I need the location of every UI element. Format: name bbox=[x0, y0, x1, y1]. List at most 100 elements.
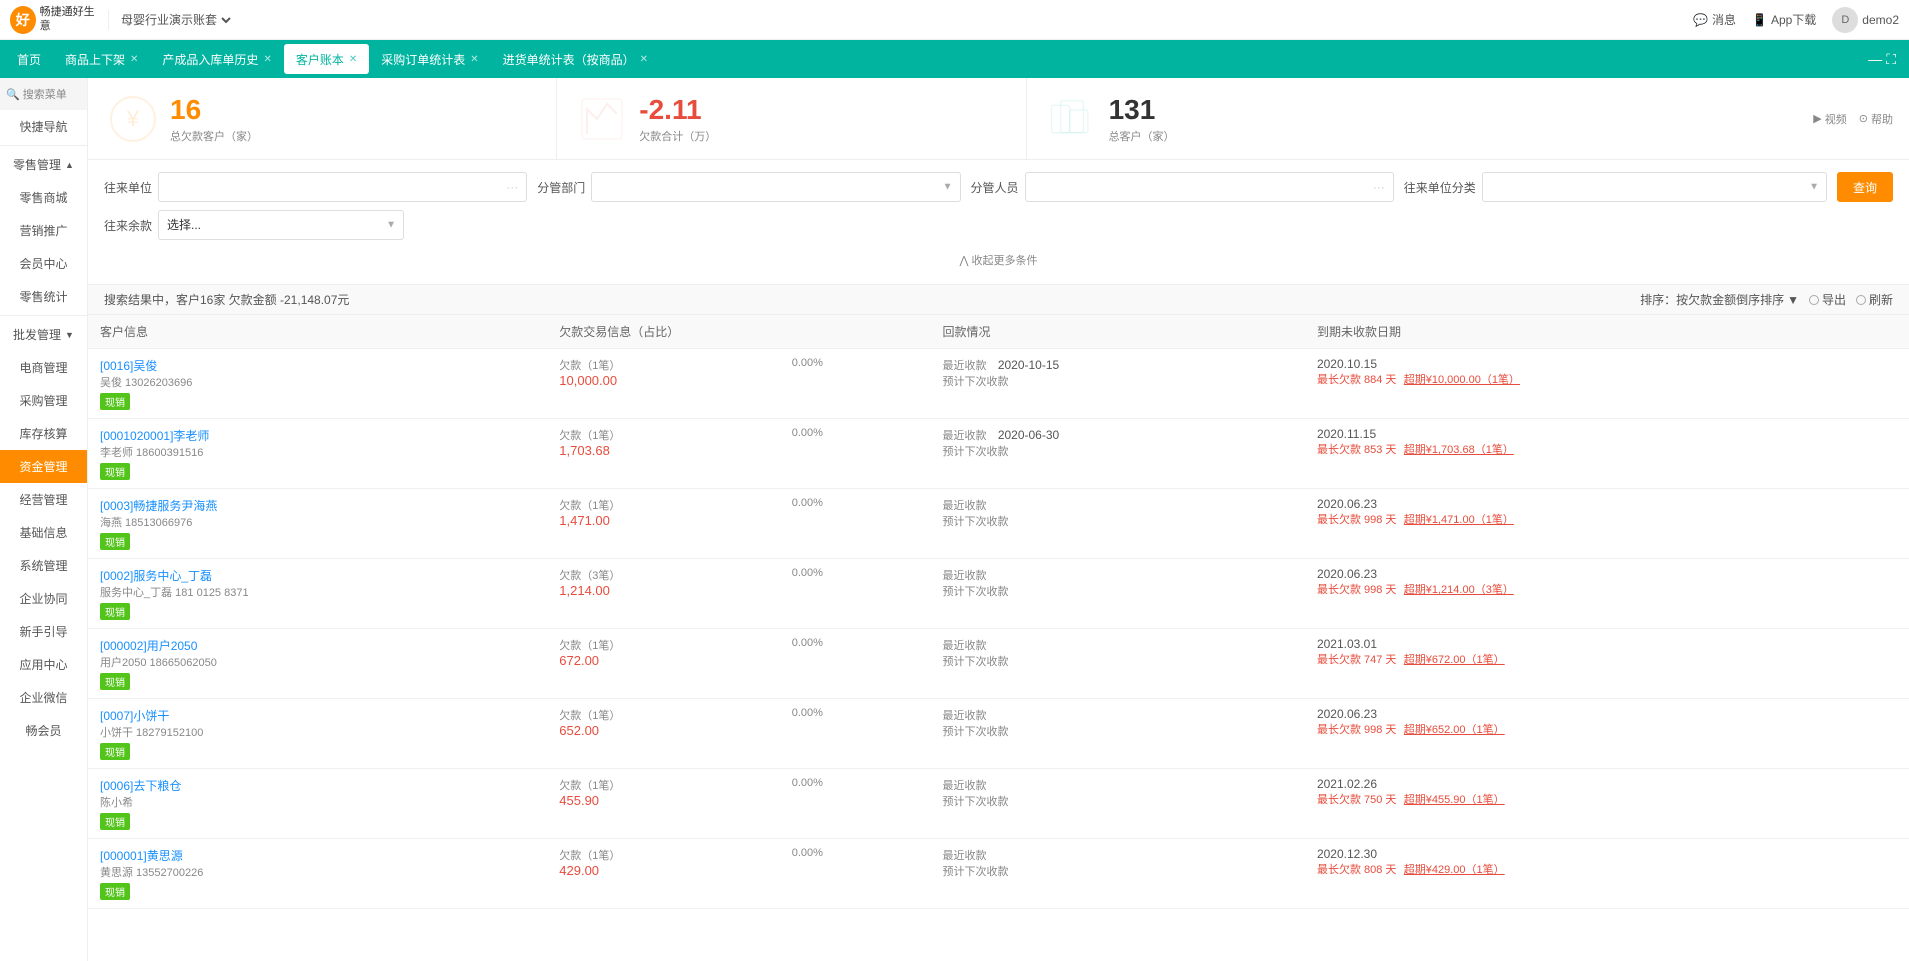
sidebar-item-retail-stats[interactable]: 零售统计 bbox=[0, 280, 87, 313]
help-button[interactable]: ⊙ 帮助 bbox=[1859, 111, 1893, 127]
filter-select-balance[interactable]: 选择... bbox=[158, 210, 404, 240]
sidebar-item-wholesale-mgmt[interactable]: 批发管理 ▼ bbox=[0, 318, 87, 351]
logo-text: 畅捷通好生意 bbox=[40, 6, 100, 32]
close-icon[interactable]: ✕ bbox=[349, 54, 357, 65]
filter-select-unit-category[interactable] bbox=[1482, 172, 1827, 202]
minimize-icon[interactable]: — bbox=[1868, 51, 1882, 67]
filter-select-department[interactable] bbox=[591, 172, 960, 202]
close-icon[interactable]: ✕ bbox=[263, 54, 271, 65]
debt-total-icon bbox=[577, 94, 627, 144]
video-help-button[interactable]: ▶ 视频 bbox=[1813, 111, 1846, 127]
customer-name-link[interactable]: [000001]黄思源 bbox=[100, 849, 183, 863]
user-menu[interactable]: D demo2 bbox=[1832, 7, 1899, 33]
debt-customers-number: 16 bbox=[170, 94, 258, 126]
customer-name-link[interactable]: [0001020001]李老师 bbox=[100, 429, 209, 443]
overdue-amount-link[interactable]: 超期¥429.00（1笔） bbox=[1404, 864, 1505, 876]
sidebar-search[interactable]: 🔍 搜索菜单 bbox=[0, 78, 87, 110]
tab-home[interactable]: 首页 bbox=[5, 44, 53, 74]
sidebar-item-system-mgmt[interactable]: 系统管理 bbox=[0, 549, 87, 582]
overdue-amount-link[interactable]: 超期¥652.00（1笔） bbox=[1404, 724, 1505, 736]
chevron-up-icon: ⋀ bbox=[959, 254, 968, 267]
table-row: [0007]小饼干 小饼干 18279152100 现销 欠款（1笔） 652.… bbox=[88, 699, 1909, 769]
sidebar-item-enterprise-collab[interactable]: 企业协同 bbox=[0, 582, 87, 615]
last-collect: 最近收款 bbox=[942, 847, 1292, 863]
stat-info-total-customers: 131 总客户（家） bbox=[1109, 94, 1175, 144]
collapse-button[interactable]: ⋀ 收起更多条件 bbox=[959, 252, 1037, 268]
sort-button[interactable]: 排序：按欠款金额倒序排序 ▼ bbox=[1640, 291, 1799, 308]
customers-table: 客户信息 欠款交易信息（占比） 回款情况 到期未收款日期 [0016]吴俊 吴俊… bbox=[88, 315, 1909, 909]
sidebar-item-basic-info[interactable]: 基础信息 bbox=[0, 516, 87, 549]
search-button[interactable]: 查询 bbox=[1837, 172, 1893, 202]
sidebar-item-beginner-guide[interactable]: 新手引导 bbox=[0, 615, 87, 648]
customer-name-link[interactable]: [0003]畅捷服务尹海燕 bbox=[100, 499, 217, 513]
sidebar-item-quick-nav[interactable]: 快捷导航 bbox=[0, 110, 87, 143]
help-icon: ⊙ bbox=[1859, 112, 1868, 125]
app-download-button[interactable]: 📱 App下载 bbox=[1752, 11, 1816, 28]
table-row: [0002]服务中心_丁磊 服务中心_丁磊 181 0125 8371 现销 欠… bbox=[88, 559, 1909, 629]
due-date: 2020.10.15 bbox=[1317, 357, 1897, 371]
export-button[interactable]: 导出 bbox=[1809, 291, 1846, 308]
next-collect: 预计下次收款 bbox=[942, 373, 1292, 389]
debt-pct-cell: 0.00% bbox=[780, 349, 931, 419]
overdue-info: 最长欠款 747 天 超期¥672.00（1笔） bbox=[1317, 651, 1897, 667]
close-icon[interactable]: ✕ bbox=[130, 54, 138, 65]
maximize-icon[interactable]: ⛶ bbox=[1886, 51, 1896, 68]
last-collect: 最近收款 2020-10-15 bbox=[942, 357, 1292, 373]
sidebar-item-inventory[interactable]: 库存核算 bbox=[0, 417, 87, 450]
company-selector[interactable]: 母婴行业演示账套 bbox=[117, 12, 234, 28]
tab-product-shelf[interactable]: 商品上下架 ✕ bbox=[53, 44, 150, 74]
customer-info-cell: [0002]服务中心_丁磊 服务中心_丁磊 181 0125 8371 现销 bbox=[88, 559, 547, 629]
sidebar-item-retail-mgmt[interactable]: 零售管理 ▲ bbox=[0, 148, 87, 181]
sidebar-item-app-center[interactable]: 应用中心 bbox=[0, 648, 87, 681]
customer-name-link[interactable]: [0002]服务中心_丁磊 bbox=[100, 569, 212, 583]
customer-name-link[interactable]: [0007]小饼干 bbox=[100, 709, 169, 723]
customer-name-link[interactable]: [000002]用户2050 bbox=[100, 639, 197, 653]
debt-pct: 0.00% bbox=[792, 637, 919, 649]
sidebar-item-retail-mall[interactable]: 零售商城 bbox=[0, 181, 87, 214]
sidebar-item-finance[interactable]: 资金管理 bbox=[0, 450, 87, 483]
customer-tag: 现销 bbox=[100, 673, 130, 690]
overdue-amount-link[interactable]: 超期¥672.00（1笔） bbox=[1404, 654, 1505, 666]
overdue-amount-link[interactable]: 超期¥455.90（1笔） bbox=[1404, 794, 1505, 806]
due-date-cell: 2020.10.15 最长欠款 884 天 超期¥10,000.00（1笔） bbox=[1305, 349, 1909, 419]
filter-input-manager[interactable]: ··· bbox=[1025, 172, 1394, 202]
debt-customers-icon: ¥ bbox=[108, 94, 158, 144]
due-date: 2021.03.01 bbox=[1317, 637, 1897, 651]
tab-purchase-order-stats[interactable]: 采购订单统计表 ✕ bbox=[369, 44, 490, 74]
customer-info-cell: [0016]吴俊 吴俊 13026203696 现销 bbox=[88, 349, 547, 419]
close-icon[interactable]: ✕ bbox=[470, 54, 478, 65]
customer-tag: 现销 bbox=[100, 463, 130, 480]
sidebar-item-business-mgmt[interactable]: 经营管理 bbox=[0, 483, 87, 516]
tab-purchase-product-stats[interactable]: 进货单统计表（按商品） ✕ bbox=[491, 44, 660, 74]
sidebar-item-chang-member[interactable]: 畅会员 bbox=[0, 714, 87, 747]
message-button[interactable]: 💬 消息 bbox=[1693, 11, 1736, 28]
customer-name-link[interactable]: [0006]去下粮仓 bbox=[100, 779, 181, 793]
overdue-amount-link[interactable]: 超期¥1,471.00（1笔） bbox=[1404, 514, 1514, 526]
sidebar-item-enterprise-wechat[interactable]: 企业微信 bbox=[0, 681, 87, 714]
customer-info-cell: [0003]畅捷服务尹海燕 海燕 18513066976 现销 bbox=[88, 489, 547, 559]
close-icon[interactable]: ✕ bbox=[640, 54, 648, 65]
customer-phone: 黄思源 13552700226 bbox=[100, 864, 535, 880]
customer-name-link[interactable]: [0016]吴俊 bbox=[100, 359, 157, 373]
filter-label-balance: 往来余款 bbox=[104, 217, 152, 234]
table-wrap: 客户信息 欠款交易信息（占比） 回款情况 到期未收款日期 [0016]吴俊 吴俊… bbox=[88, 315, 1909, 961]
sidebar-item-member-center[interactable]: 会员中心 bbox=[0, 247, 87, 280]
debt-pct: 0.00% bbox=[792, 567, 919, 579]
sidebar-item-marketing[interactable]: 营销推广 bbox=[0, 214, 87, 247]
filter-input-source-unit[interactable]: ··· bbox=[158, 172, 527, 202]
refresh-button[interactable]: 刷新 bbox=[1856, 291, 1893, 308]
debt-info-cell: 欠款（1笔） 672.00 bbox=[547, 629, 779, 699]
nav-tabs: 首页 商品上下架 ✕ 产成品入库单历史 ✕ 客户账本 ✕ 采购订单统计表 ✕ 进… bbox=[0, 40, 1909, 78]
overdue-amount-link[interactable]: 超期¥1,214.00（3笔） bbox=[1404, 584, 1514, 596]
last-collect: 最近收款 bbox=[942, 637, 1292, 653]
sidebar-item-purchase-mgmt[interactable]: 采购管理 bbox=[0, 384, 87, 417]
overdue-amount-link[interactable]: 超期¥1,703.68（1笔） bbox=[1404, 444, 1514, 456]
tab-inventory-history[interactable]: 产成品入库单历史 ✕ bbox=[150, 44, 283, 74]
collection-cell: 最近收款 预计下次收款 bbox=[930, 629, 1304, 699]
tab-customer-account[interactable]: 客户账本 ✕ bbox=[284, 44, 369, 74]
debt-desc: 欠款（1笔） bbox=[559, 357, 767, 373]
overdue-amount-link[interactable]: 超期¥10,000.00（1笔） bbox=[1404, 374, 1520, 386]
due-date-cell: 2021.02.26 最长欠款 750 天 超期¥455.90（1笔） bbox=[1305, 769, 1909, 839]
collection-cell: 最近收款 预计下次收款 bbox=[930, 489, 1304, 559]
sidebar-item-ecommerce[interactable]: 电商管理 bbox=[0, 351, 87, 384]
